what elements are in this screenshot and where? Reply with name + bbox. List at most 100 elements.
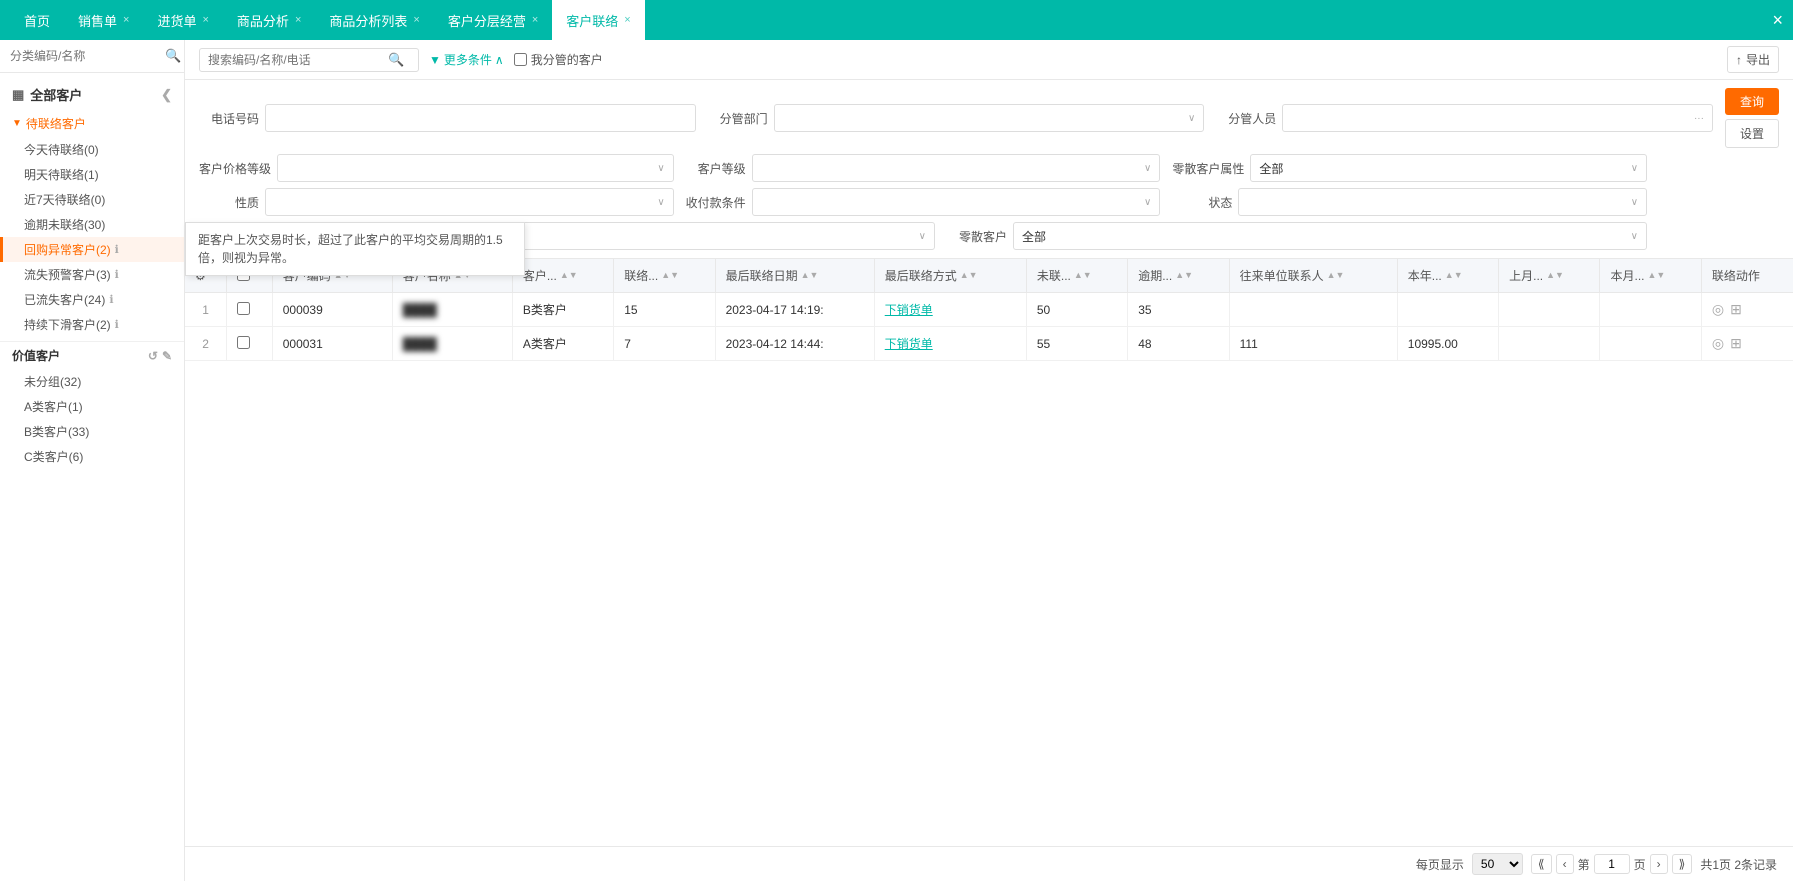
search-icon[interactable]: 🔍: [388, 52, 404, 68]
sidebar-item-declining[interactable]: 持续下滑客户(2) ℹ: [0, 312, 184, 337]
sidebar-item-7days[interactable]: 近7天待联络(0): [0, 187, 184, 212]
status-label: 状态: [1172, 194, 1232, 211]
manager-label: 分管人员: [1216, 110, 1276, 127]
info-icon3[interactable]: ℹ: [109, 293, 113, 306]
sort-icon[interactable]: ▲▼: [1327, 271, 1345, 280]
col-contacts: 往来单位联系人 ▲▼: [1229, 259, 1397, 293]
sort-icon[interactable]: ▲▼: [560, 271, 578, 280]
sort-icon[interactable]: ▲▼: [1175, 271, 1193, 280]
col-this-month: 本月... ▲▼: [1600, 259, 1701, 293]
sidebar-root[interactable]: ▦ 全部客户 ❮: [0, 79, 184, 110]
sidebar-item-churned[interactable]: 已流失客户(24) ℹ: [0, 287, 184, 312]
col-year-amount: 本年... ▲▼: [1397, 259, 1498, 293]
nav-customer-contact[interactable]: 客户联络 ×: [552, 0, 644, 40]
info-icon2[interactable]: ℹ: [115, 268, 119, 281]
sidebar-item-unclassified[interactable]: 未分组(32): [0, 369, 184, 394]
sidebar-item-tomorrow[interactable]: 明天待联络(1): [0, 162, 184, 187]
info-icon4[interactable]: ℹ: [115, 318, 119, 331]
more-conditions-btn[interactable]: ▼ 更多条件 ∧: [429, 51, 504, 68]
nav-product-list[interactable]: 商品分析列表 ×: [315, 0, 433, 40]
nav-purchase[interactable]: 进货单 ×: [143, 0, 222, 40]
row-lastmonth-2: [1499, 327, 1600, 361]
row-contact-count-2: 7: [614, 327, 715, 361]
sidebar-item-class-b[interactable]: B类客户(33): [0, 419, 184, 444]
more-action-icon-2[interactable]: ⊞: [1730, 335, 1742, 352]
phone-input[interactable]: [265, 104, 696, 132]
chevron-down-icon: ∨: [1631, 163, 1638, 174]
filter-row-3: 性质 ∨ 收付款条件 ∨ 状态: [199, 188, 1779, 216]
filter-retail-attr: 零散客户属性 全部 ∨: [1172, 154, 1647, 182]
retail-attr-label: 零散客户属性: [1172, 160, 1244, 177]
global-close-button[interactable]: ×: [1772, 10, 1783, 31]
sidebar-section-pending[interactable]: ▼ 待联络客户: [0, 110, 184, 137]
retail-attr-select[interactable]: 全部 ∨: [1250, 154, 1647, 182]
col-contact-count: 联络... ▲▼: [614, 259, 715, 293]
sidebar-search-input[interactable]: [10, 49, 165, 63]
query-button[interactable]: 查询: [1725, 88, 1779, 115]
status-select[interactable]: ∨: [1238, 188, 1647, 216]
search-input[interactable]: [208, 53, 388, 67]
chevron-down-icon: ∨: [657, 197, 664, 208]
page-number-input[interactable]: [1594, 854, 1630, 874]
prev-page-btn[interactable]: ‹: [1556, 854, 1574, 874]
price-tier-select[interactable]: ∨: [277, 154, 674, 182]
sidebar-item-class-a[interactable]: A类客户(1): [0, 394, 184, 419]
first-page-btn[interactable]: ⟪: [1531, 854, 1552, 874]
next-page-btn[interactable]: ›: [1650, 854, 1668, 874]
edit-icon[interactable]: ✎: [162, 349, 172, 363]
nav-sales[interactable]: 销售单 ×: [64, 0, 143, 40]
sort-icon[interactable]: ▲▼: [801, 271, 819, 280]
sidebar-item-abnormal[interactable]: 回购异常客户(2) ℹ: [0, 237, 184, 262]
col-last-month: 上月... ▲▼: [1499, 259, 1600, 293]
my-customers-checkbox[interactable]: [514, 53, 527, 66]
sidebar-item-overdue[interactable]: 逾期未联络(30): [0, 212, 184, 237]
close-customer-contact-tab[interactable]: ×: [624, 14, 630, 26]
sort-icon[interactable]: ▲▼: [1648, 271, 1666, 280]
row-checkbox-2[interactable]: [227, 327, 272, 361]
nature-select[interactable]: ∨: [265, 188, 674, 216]
sidebar-collapse-btn[interactable]: ❮: [161, 87, 172, 103]
sort-icon[interactable]: ▲▼: [661, 271, 679, 280]
export-button[interactable]: ↑ 导出: [1727, 46, 1779, 73]
retail-customer-select[interactable]: 全部 ∨: [1013, 222, 1647, 250]
manager-select[interactable]: ···: [1282, 104, 1713, 132]
dept-select[interactable]: ∨: [774, 104, 1205, 132]
sort-icon[interactable]: ▲▼: [960, 271, 978, 280]
more-action-icon-1[interactable]: ⊞: [1730, 301, 1742, 318]
settings-button[interactable]: 设置: [1725, 119, 1779, 148]
sidebar-search-icon[interactable]: 🔍: [165, 48, 181, 64]
sort-icon[interactable]: ▲▼: [1074, 271, 1092, 280]
row-contacts-1: [1229, 293, 1397, 327]
close-purchase-tab[interactable]: ×: [202, 14, 208, 26]
close-customer-tier-tab[interactable]: ×: [532, 14, 538, 26]
sidebar-item-today[interactable]: 今天待联络(0): [0, 137, 184, 162]
chevron-down-icon: ∨: [1144, 163, 1151, 174]
sort-icon[interactable]: ▲▼: [1445, 271, 1463, 280]
content-area: 🔍 ▼ 更多条件 ∧ 我分管的客户 ↑ 导出: [185, 40, 1793, 881]
nav-customer-tier[interactable]: 客户分层经营 ×: [434, 0, 552, 40]
info-icon[interactable]: ℹ: [115, 243, 119, 256]
sidebar-item-churn-warning[interactable]: 流失预警客户(3) ℹ: [0, 262, 184, 287]
row-select-1[interactable]: [237, 302, 250, 315]
refresh-icon[interactable]: ↺: [148, 349, 158, 363]
row-select-2[interactable]: [237, 336, 250, 349]
close-sales-tab[interactable]: ×: [123, 14, 129, 26]
row-checkbox-1[interactable]: [227, 293, 272, 327]
my-customers-filter[interactable]: 我分管的客户: [514, 51, 603, 68]
nav-home[interactable]: 首页: [10, 0, 64, 40]
sidebar-item-class-c[interactable]: C类客户(6): [0, 444, 184, 469]
sort-icon[interactable]: ▲▼: [1546, 271, 1564, 280]
nav-product-analysis[interactable]: 商品分析 ×: [223, 0, 315, 40]
per-page-select[interactable]: 50 100 200: [1472, 853, 1523, 875]
close-product-analysis-tab[interactable]: ×: [295, 14, 301, 26]
contact-icon-1[interactable]: ◎: [1712, 301, 1724, 318]
top-navigation: 首页 销售单 × 进货单 × 商品分析 × 商品分析列表 × 客户分层经营 × …: [0, 0, 1793, 40]
payment-select[interactable]: ∨: [752, 188, 1161, 216]
row-uncontacted-2: 55: [1026, 327, 1127, 361]
last-page-btn[interactable]: ⟫: [1672, 854, 1693, 874]
nature-label: 性质: [199, 194, 259, 211]
contact-icon-2[interactable]: ◎: [1712, 335, 1724, 352]
close-product-list-tab[interactable]: ×: [413, 14, 419, 26]
customer-tier-select[interactable]: ∨: [752, 154, 1161, 182]
page-unit: 页: [1634, 856, 1646, 873]
